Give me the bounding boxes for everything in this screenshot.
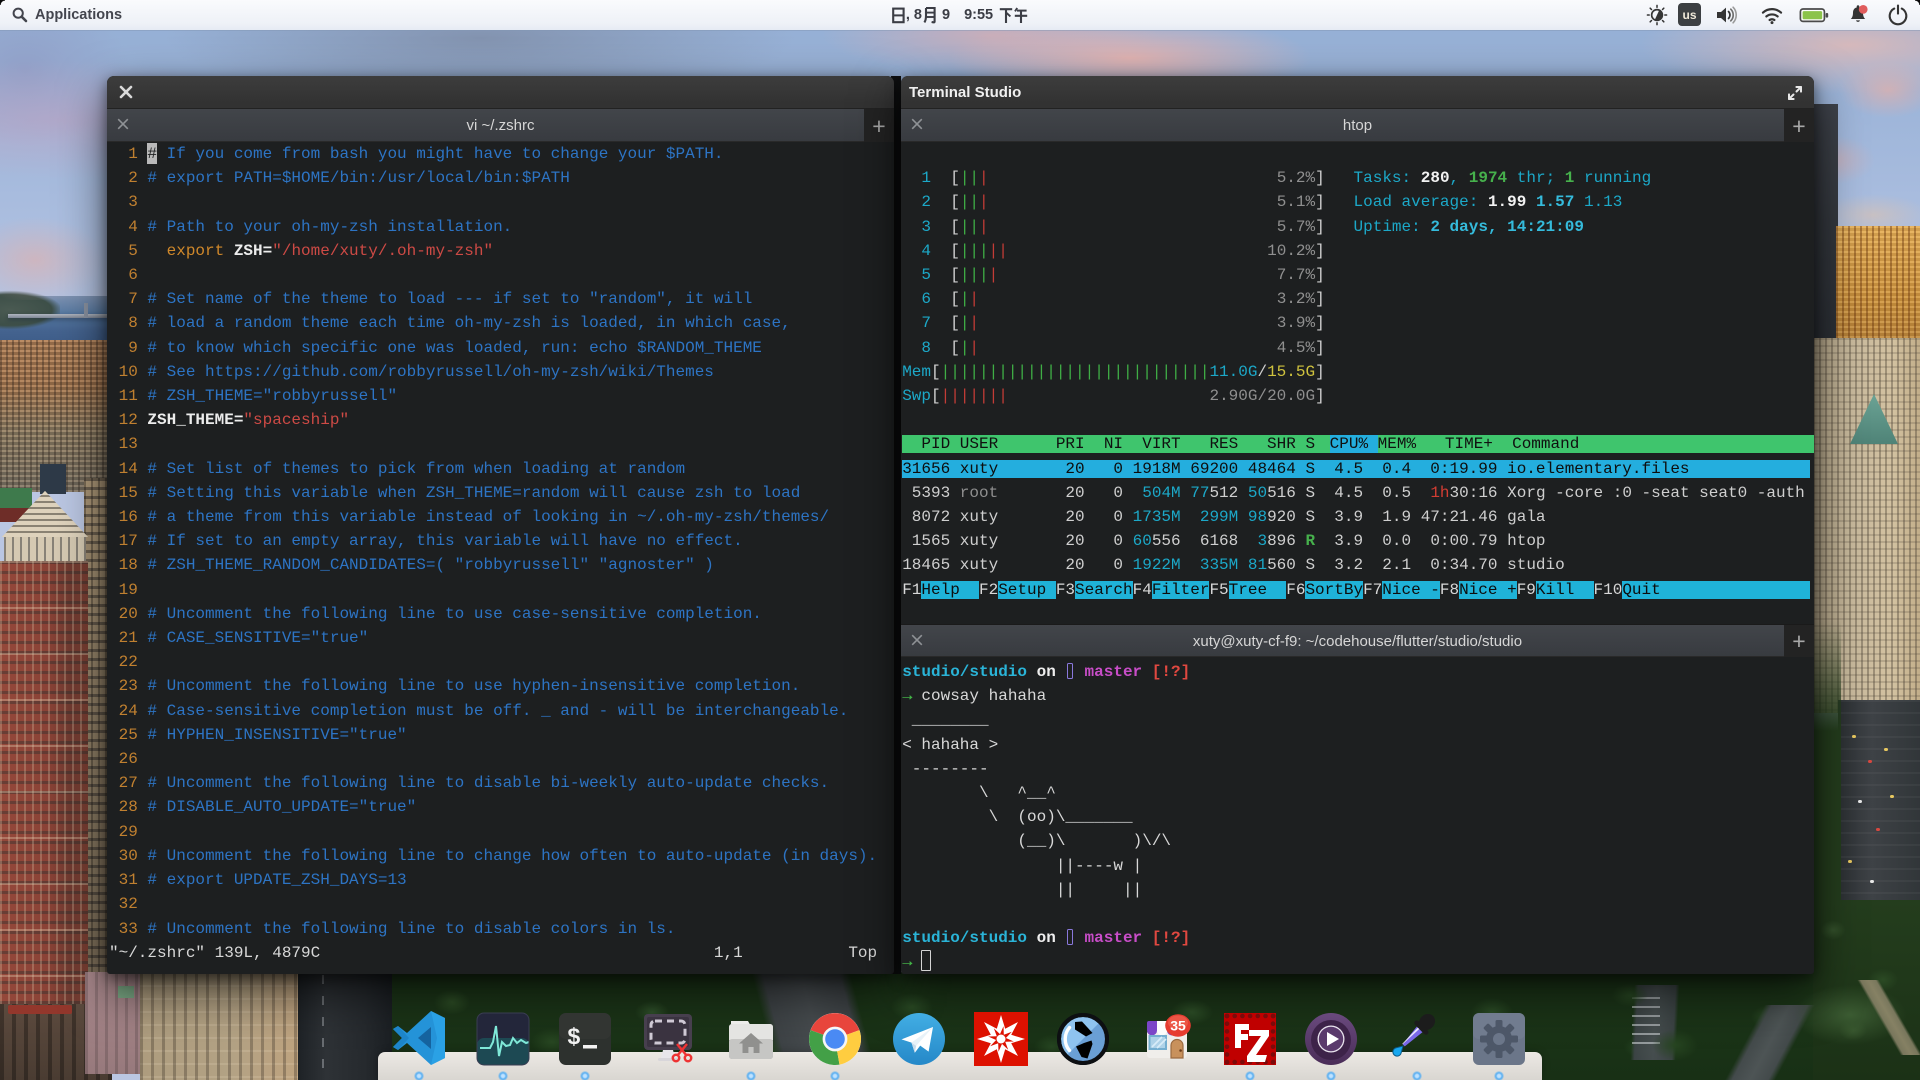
svg-text:$: $ (567, 1025, 581, 1051)
svg-text:35: 35 (1170, 1018, 1186, 1034)
